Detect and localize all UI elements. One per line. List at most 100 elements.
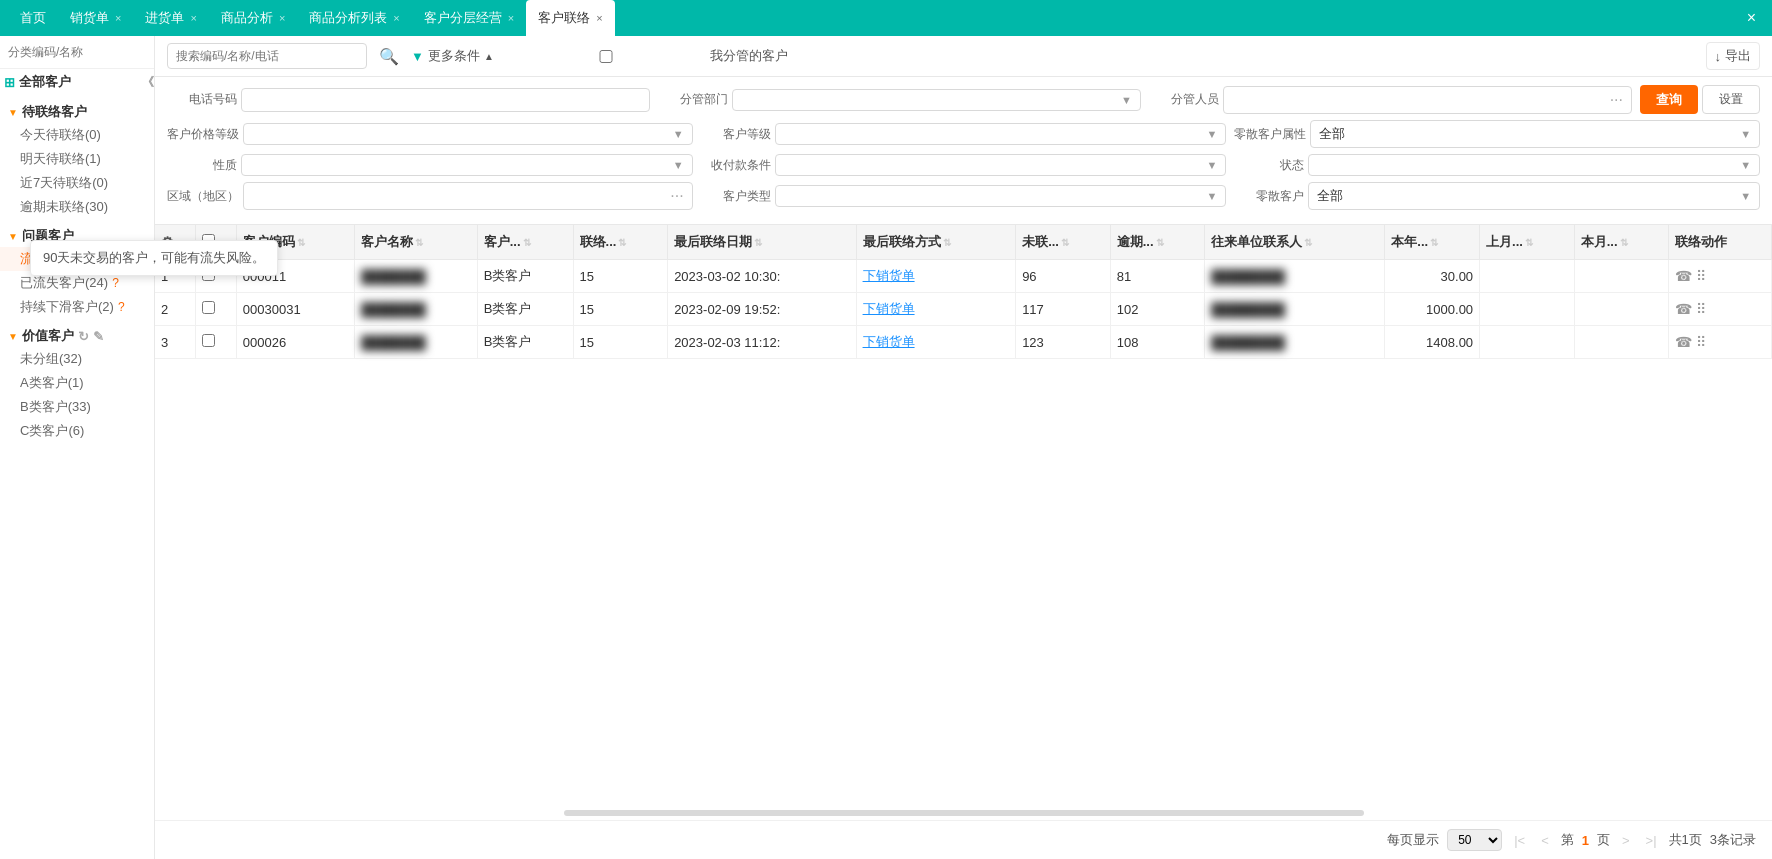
cell-this-month	[1574, 260, 1669, 293]
row-checkbox[interactable]	[202, 334, 215, 347]
more-action-icon[interactable]: ⠿	[1696, 268, 1706, 284]
sort-contact-icon: ⇅	[618, 237, 626, 248]
th-year-amount[interactable]: 本年...⇅	[1385, 225, 1480, 260]
query-button[interactable]: 查询	[1640, 85, 1698, 114]
filter-cust-type-select[interactable]: ▼	[775, 185, 1227, 207]
price-dropdown-arrow: ▼	[673, 128, 684, 140]
contact-action-icon[interactable]: ☎	[1675, 334, 1692, 350]
settings-button[interactable]: 设置	[1702, 85, 1760, 114]
tab-customer-contact-close[interactable]: ×	[596, 12, 602, 24]
contact-action-icon[interactable]: ☎	[1675, 301, 1692, 317]
tab-analysis-list-close[interactable]: ×	[393, 12, 399, 24]
th-type[interactable]: 客户...⇅	[477, 225, 573, 260]
sidebar-item-tomorrow[interactable]: 明天待联络(1)	[0, 147, 154, 171]
filter-phone-input[interactable]	[241, 88, 650, 112]
sidebar-group-pending-title[interactable]: ▼ 待联络客户	[0, 99, 154, 123]
sidebar-search-input[interactable]	[8, 45, 155, 59]
filter-payment: 收付款条件 ▼	[701, 154, 1227, 176]
first-page-btn[interactable]: |<	[1510, 831, 1529, 850]
filter-price-select[interactable]: ▼	[243, 123, 693, 145]
prev-page-btn[interactable]: <	[1537, 831, 1553, 850]
th-overdue[interactable]: 逾期...⇅	[1110, 225, 1205, 260]
filter-status-select[interactable]: ▼	[1308, 154, 1760, 176]
query-settings-btns: 查询 设置	[1640, 85, 1760, 114]
sidebar-item-b[interactable]: B类客户(33)	[0, 395, 154, 419]
sidebar-item-a[interactable]: A类客户(1)	[0, 371, 154, 395]
my-customers-checkbox[interactable]	[506, 50, 706, 63]
cell-last-method[interactable]: 下销货单	[856, 326, 1016, 359]
th-last-method[interactable]: 最后联络方式⇅	[856, 225, 1016, 260]
sidebar-item-today[interactable]: 今天待联络(0)	[0, 123, 154, 147]
current-page: 1	[1582, 833, 1589, 848]
th-contact-person[interactable]: 往来单位联系人⇅	[1205, 225, 1385, 260]
export-button[interactable]: ↓ 导出	[1706, 42, 1761, 70]
filter-dept-select[interactable]: ▼	[732, 89, 1141, 111]
filter-search-icon[interactable]: 🔍	[379, 47, 399, 66]
sort-overdue-icon: ⇅	[1156, 237, 1164, 248]
filter-retail-select[interactable]: 全部 ▼	[1308, 182, 1760, 210]
th-name[interactable]: 客户名称⇅	[355, 225, 477, 260]
sort-type-icon: ⇅	[523, 237, 531, 248]
row-actions: ☎ ⠿	[1675, 268, 1765, 284]
sidebar-item-ungroup[interactable]: 未分组(32)	[0, 347, 154, 371]
contact-action-icon[interactable]: ☎	[1675, 268, 1692, 284]
sidebar-collapse-btn[interactable]: 《	[142, 74, 154, 91]
filter-person-select[interactable]: ···	[1223, 86, 1632, 114]
sidebar-item-overdue[interactable]: 逾期未联络(30)	[0, 195, 154, 219]
tab-analysis-close[interactable]: ×	[279, 12, 285, 24]
tab-customer-tier-close[interactable]: ×	[508, 12, 514, 24]
more-conditions-btn[interactable]: ▼ 更多条件 ▲	[411, 47, 494, 65]
payment-dropdown-arrow: ▼	[1206, 159, 1217, 171]
filter-region-select[interactable]: ···	[243, 182, 693, 210]
grid-icon: ⊞	[4, 75, 15, 90]
cell-overdue: 108	[1110, 326, 1205, 359]
tab-customer-tier[interactable]: 客户分层经营 ×	[412, 0, 526, 36]
tab-customer-contact[interactable]: 客户联络 ×	[526, 0, 614, 36]
sort-tm-icon: ⇅	[1620, 237, 1628, 248]
tab-sales[interactable]: 销货单 ×	[58, 0, 133, 36]
edit-icon[interactable]: ✎	[93, 329, 104, 344]
region-dots-icon[interactable]: ···	[670, 187, 683, 205]
per-page-label: 每页显示	[1387, 831, 1439, 849]
filter-cust-level-select[interactable]: ▼	[775, 123, 1227, 145]
page-size-select[interactable]: 50 100 200	[1447, 829, 1502, 851]
tab-purchase-close[interactable]: ×	[190, 12, 196, 24]
th-this-month[interactable]: 本月...⇅	[1574, 225, 1669, 260]
scroll-bar[interactable]	[564, 810, 1364, 816]
search-input[interactable]	[167, 43, 367, 69]
cell-code: 000026	[236, 326, 354, 359]
refresh-icon[interactable]: ↻	[78, 329, 89, 344]
filter-scatter-attr: 零散客户属性 全部 ▼	[1234, 120, 1760, 148]
my-customers-filter: 我分管的客户	[506, 47, 788, 65]
all-customers-label[interactable]: ⊞ 全部客户 《	[0, 69, 154, 95]
tab-home[interactable]: 首页	[8, 0, 58, 36]
filter-payment-select[interactable]: ▼	[775, 154, 1227, 176]
th-last-date[interactable]: 最后联络日期⇅	[668, 225, 856, 260]
sidebar-item-c[interactable]: C类客户(6)	[0, 419, 154, 443]
last-page-btn[interactable]: >|	[1642, 831, 1661, 850]
cell-last-month	[1480, 260, 1575, 293]
sidebar-group-value: ▼ 价值客户 ↻ ✎ 未分组(32) A类客户(1) B类客户(33) C类客户…	[0, 323, 154, 443]
tab-sales-close[interactable]: ×	[115, 12, 121, 24]
th-uncontact[interactable]: 未联...⇅	[1016, 225, 1111, 260]
scatter-dropdown-arrow: ▼	[1740, 128, 1751, 140]
cell-last-method[interactable]: 下销货单	[856, 293, 1016, 326]
sidebar-item-7days[interactable]: 近7天待联络(0)	[0, 171, 154, 195]
row-checkbox[interactable]	[202, 301, 215, 314]
sidebar-group-value-title[interactable]: ▼ 价值客户 ↻ ✎	[0, 323, 154, 347]
tab-purchase[interactable]: 进货单 ×	[133, 0, 208, 36]
window-close-button[interactable]: ×	[1739, 9, 1764, 27]
more-action-icon[interactable]: ⠿	[1696, 301, 1706, 317]
more-action-icon[interactable]: ⠿	[1696, 334, 1706, 350]
th-last-month[interactable]: 上月...⇅	[1480, 225, 1575, 260]
filter-scatter-select[interactable]: 全部 ▼	[1310, 120, 1760, 148]
next-page-btn[interactable]: >	[1618, 831, 1634, 850]
sidebar-item-declining[interactable]: 持续下滑客户(2) ?	[0, 295, 154, 319]
cell-last-method[interactable]: 下销货单	[856, 260, 1016, 293]
person-dots-icon[interactable]: ···	[1610, 91, 1623, 109]
th-contact[interactable]: 联络...⇅	[573, 225, 668, 260]
filter-nature-select[interactable]: ▼	[241, 154, 693, 176]
tab-analysis-list[interactable]: 商品分析列表 ×	[297, 0, 411, 36]
sort-cp-icon: ⇅	[1304, 237, 1312, 248]
tab-analysis[interactable]: 商品分析 ×	[209, 0, 297, 36]
